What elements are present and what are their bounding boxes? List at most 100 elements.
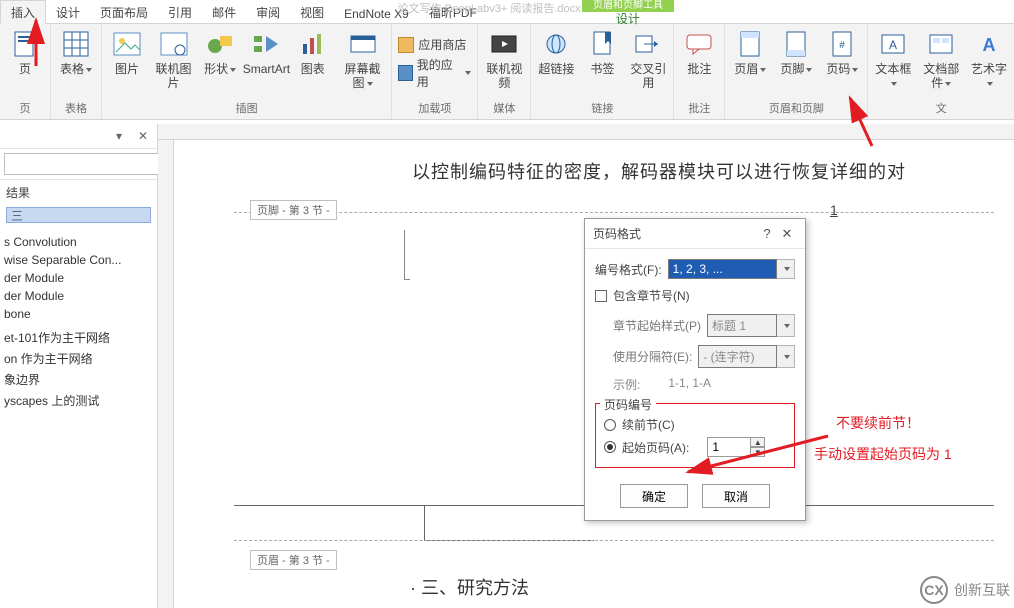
page-icon (9, 28, 41, 60)
header-section-tag: 页眉 - 第 3 节 - (250, 550, 337, 570)
tree-item[interactable]: on 作为主干网络 (0, 348, 157, 369)
tab-view[interactable]: 视图 (290, 1, 334, 23)
ribbon-group-media: 联机视频 媒体 (478, 24, 531, 119)
pane-menu-button[interactable]: ▾ (111, 128, 127, 144)
body-text: 以控制编码特征的密度，解码器模块可以进行恢复详细的对 (412, 158, 906, 184)
tree-item[interactable]: der Module (0, 269, 157, 287)
results-selected[interactable]: 三 (6, 207, 151, 223)
pages-button[interactable]: 页 (6, 28, 44, 76)
tree-item[interactable]: bone (0, 305, 157, 323)
page-number-in-body: 1 (830, 202, 838, 218)
cancel-button[interactable]: 取消 (702, 484, 770, 508)
ok-button[interactable]: 确定 (620, 484, 688, 508)
tab-insert[interactable]: 插入 (0, 0, 46, 24)
group-label-tables: 表格 (57, 98, 95, 119)
cross-ref-button[interactable]: 交叉引用 (629, 28, 667, 90)
group-label-addins: 加载项 (398, 98, 471, 119)
screenshot-button[interactable]: 屏幕截图 (340, 28, 386, 90)
number-format-combo[interactable]: 1, 2, 3, ... (668, 259, 795, 279)
chevron-down-icon[interactable] (777, 259, 795, 279)
ribbon-tabs: 插入 设计 页面布局 引用 邮件 审阅 视图 EndNote X9 福昕PDF (0, 0, 1014, 24)
footer-button[interactable]: 页脚 (777, 28, 815, 76)
tab-review[interactable]: 审阅 (246, 1, 290, 23)
smartart-button[interactable]: SmartArt (247, 28, 286, 76)
search-input[interactable] (4, 153, 169, 175)
page-number-format-dialog: 页码格式 ? ✕ 编号格式(F): 1, 2, 3, ... 包含章节号(N) … (584, 218, 806, 521)
myapps-icon (398, 65, 412, 81)
include-chapter-checkbox[interactable]: 包含章节号(N) (595, 287, 795, 304)
start-at-input[interactable] (707, 437, 751, 457)
dialog-title: 页码格式 (593, 225, 757, 242)
page-numbering-legend: 页码编号 (600, 396, 656, 413)
continue-previous-radio[interactable]: 续前节(C) (604, 416, 786, 433)
ribbon-group-comments: 批注 批注 (674, 24, 725, 119)
tab-references[interactable]: 引用 (158, 1, 202, 23)
hyperlink-button[interactable]: 超链接 (537, 28, 575, 76)
online-picture-icon (158, 28, 190, 60)
tab-foxit[interactable]: 福昕PDF (419, 1, 487, 23)
online-video-button[interactable]: 联机视频 (484, 28, 524, 90)
text-box-button[interactable]: A 文本框 (874, 28, 912, 90)
store-button[interactable]: 应用商店 (398, 36, 466, 53)
ruler-vertical (158, 140, 174, 608)
contextual-tab-group: 页眉和页脚工具 设计 (582, 0, 674, 24)
group-label-headerfooter: 页眉和页脚 (731, 98, 861, 119)
store-icon (398, 37, 414, 53)
spin-up-button[interactable]: ▲ (751, 437, 765, 447)
start-at-radio[interactable]: 起始页码(A): ▲ ▼ (604, 437, 786, 457)
smartart-icon (250, 28, 282, 60)
my-apps-button[interactable]: 我的应用 (398, 56, 471, 90)
heading-text: · 三、研究方法 (410, 574, 529, 600)
chevron-down-icon (777, 314, 795, 337)
chart-button[interactable]: 图表 (294, 28, 332, 76)
watermark: CX 创新互联 (920, 576, 1010, 604)
quick-parts-button[interactable]: 文档部件 (920, 28, 962, 90)
tab-layout[interactable]: 页面布局 (90, 1, 158, 23)
example-value: 1-1, 1-A (668, 376, 711, 393)
tree-item[interactable]: wise Separable Con... (0, 251, 157, 269)
shapes-button[interactable]: 形状 (201, 28, 239, 76)
spin-down-button[interactable]: ▼ (751, 447, 765, 457)
table-button[interactable]: 表格 (57, 28, 95, 76)
hyperlink-icon (540, 28, 572, 60)
svg-text:A: A (889, 38, 897, 52)
wordart-button[interactable]: A 艺术字 (970, 28, 1008, 90)
chevron-down-icon (777, 345, 795, 368)
wordart-icon: A (973, 28, 1005, 60)
dialog-close-button[interactable]: ✕ (777, 226, 797, 242)
online-pictures-button[interactable]: 联机图片 (154, 28, 193, 90)
header-button[interactable]: 页眉 (731, 28, 769, 76)
tab-endnote[interactable]: EndNote X9 (334, 4, 419, 23)
navigation-pane: ▾ ✕ 结果 三 s Convolution wise Separable Co… (0, 124, 158, 608)
screenshot-icon (347, 28, 379, 60)
picture-icon (111, 28, 143, 60)
separator-label: 使用分隔符(E): (613, 348, 692, 365)
pane-close-button[interactable]: ✕ (135, 128, 151, 144)
video-icon (488, 28, 520, 60)
contextual-tab-title: 页眉和页脚工具 (582, 0, 674, 12)
tree-item[interactable]: et-101作为主干网络 (0, 327, 157, 348)
group-label-illustrations: 插图 (108, 98, 385, 119)
dialog-help-button[interactable]: ? (757, 226, 777, 241)
ribbon-group-headerfooter: 页眉 页脚 # 页码 页眉和页脚 (725, 24, 868, 119)
tree-item[interactable]: 象边界 (0, 369, 157, 390)
start-at-spinner[interactable]: ▲ ▼ (707, 437, 765, 457)
crossref-icon (632, 28, 664, 60)
tree-item[interactable]: yscapes 上的测试 (0, 390, 157, 411)
outline-tree: s Convolution wise Separable Con... der … (0, 229, 157, 415)
contextual-tab[interactable]: 设计 (582, 12, 674, 26)
tab-mailings[interactable]: 邮件 (202, 1, 246, 23)
pictures-button[interactable]: 图片 (108, 28, 146, 76)
tab-design[interactable]: 设计 (46, 1, 90, 23)
radio-icon (604, 441, 616, 453)
bookmark-button[interactable]: 书签 (583, 28, 621, 76)
page-number-icon: # (826, 28, 858, 60)
tree-item[interactable]: der Module (0, 287, 157, 305)
tree-item[interactable]: s Convolution (0, 233, 157, 251)
quickparts-icon (925, 28, 957, 60)
checkbox-icon (595, 290, 607, 302)
comment-button[interactable]: 批注 (680, 28, 718, 76)
group-label-comments: 批注 (680, 98, 718, 119)
table-icon (60, 28, 92, 60)
page-number-button[interactable]: # 页码 (823, 28, 861, 76)
